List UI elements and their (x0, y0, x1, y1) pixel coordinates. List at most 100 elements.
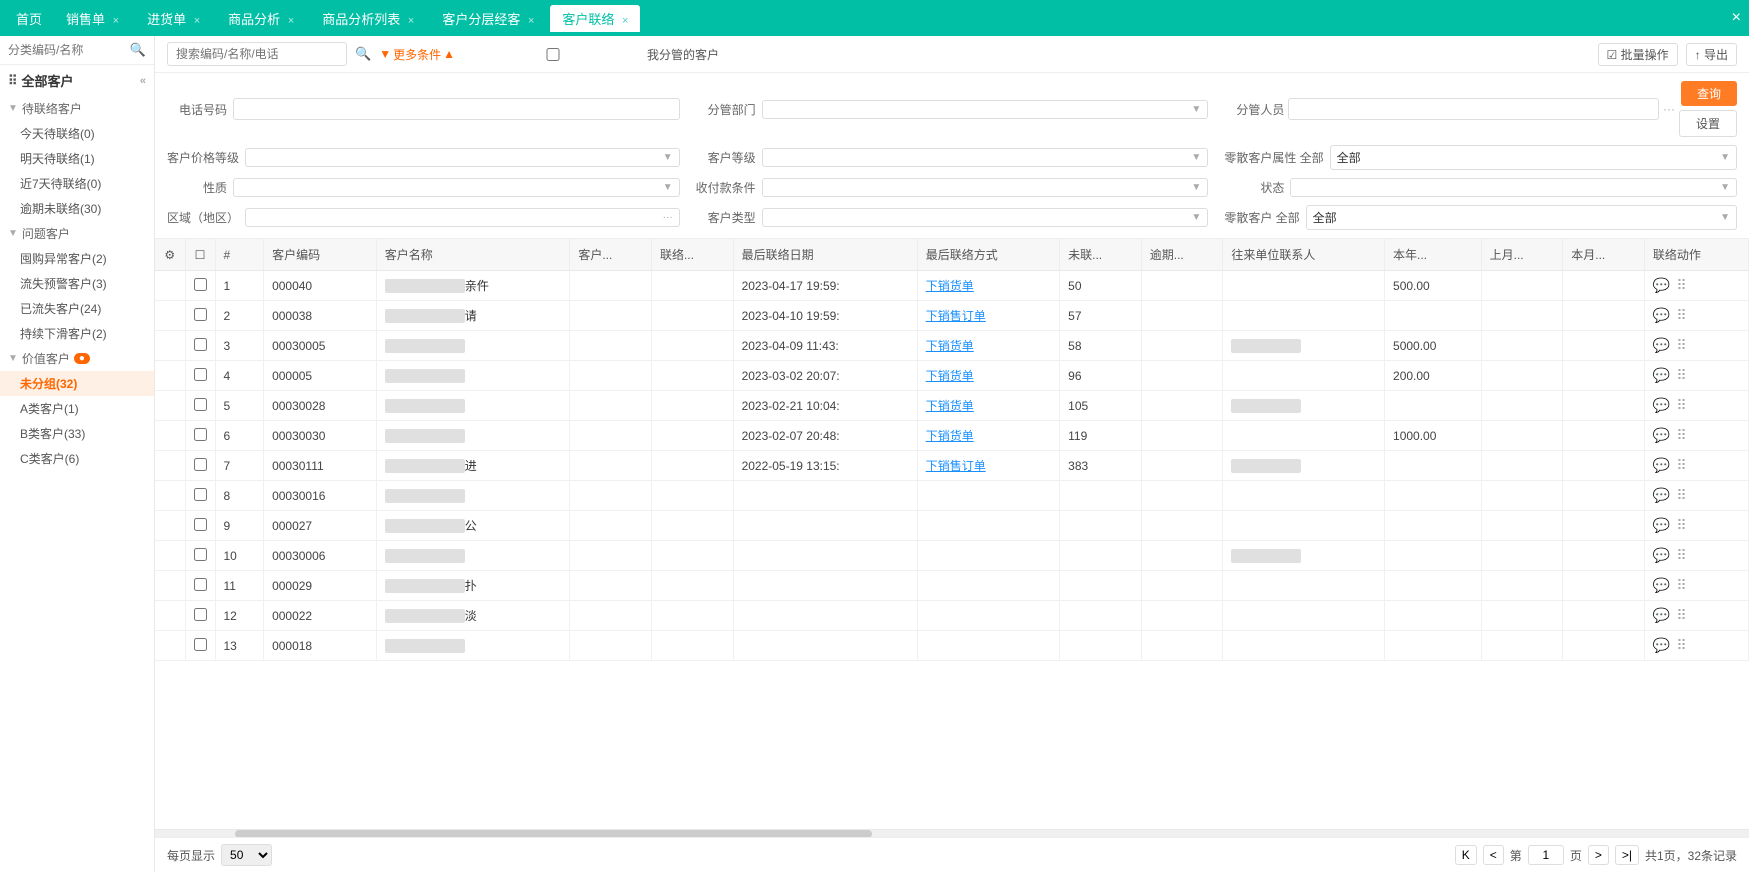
prev-page-btn[interactable]: < (1483, 845, 1504, 865)
filter-select-customer-level[interactable]: ▼ (762, 148, 1209, 167)
collapse-icon[interactable]: « (140, 75, 146, 87)
next-page-btn[interactable]: > (1588, 845, 1609, 865)
contact-action-icon[interactable]: 💬 (1653, 547, 1670, 564)
contact-action-icon[interactable]: 💬 (1653, 577, 1670, 594)
td-checkbox[interactable] (185, 481, 215, 511)
nav-tab-analysis-list[interactable]: 商品分析列表 × (310, 5, 426, 32)
filter-select-status[interactable]: ▼ (1290, 178, 1737, 197)
td-checkbox[interactable] (185, 511, 215, 541)
filter-input-manager[interactable] (1288, 98, 1659, 120)
td-checkbox[interactable] (185, 571, 215, 601)
filter-select-dept[interactable]: ▼ (762, 100, 1209, 119)
more-action-icon[interactable]: ⠿ (1676, 397, 1686, 414)
filter-select-region[interactable]: ··· (245, 208, 680, 227)
contact-action-icon[interactable]: 💬 (1653, 487, 1670, 504)
sidebar-all-customers[interactable]: ⠿ 全部客户 « (0, 65, 154, 96)
td-checkbox[interactable] (185, 421, 215, 451)
filter-select-scatter-attr[interactable]: 全部 ▼ (1330, 145, 1737, 170)
td-checkbox[interactable] (185, 451, 215, 481)
last-method-link[interactable]: 下销货单 (926, 429, 974, 443)
td-checkbox[interactable] (185, 331, 215, 361)
td-checkbox[interactable] (185, 271, 215, 301)
last-method-link[interactable]: 下销货单 (926, 399, 974, 413)
row-checkbox[interactable] (194, 518, 207, 531)
sidebar-item-declining[interactable]: 持续下滑客户(2) (0, 321, 154, 346)
td-checkbox[interactable] (185, 301, 215, 331)
sidebar-item-unassigned[interactable]: 未分组(32) (0, 371, 154, 396)
sidebar-group-value[interactable]: ▼ 价值客户 ● (0, 346, 154, 371)
td-checkbox[interactable] (185, 631, 215, 661)
sidebar-group-problem[interactable]: ▼ 问题客户 (0, 221, 154, 246)
filter-input-phone[interactable] (233, 98, 680, 120)
reset-button[interactable]: 设置 (1679, 110, 1737, 137)
export-button[interactable]: ↑ 导出 (1686, 43, 1737, 66)
th-contact2[interactable]: 往来单位联系人 (1223, 239, 1385, 271)
contact-action-icon[interactable]: 💬 (1653, 457, 1670, 474)
more-action-icon[interactable]: ⠿ (1676, 337, 1686, 354)
th-last-method[interactable]: 最后联络方式 (917, 239, 1059, 271)
more-action-icon[interactable]: ⠿ (1676, 487, 1686, 504)
th-this-month[interactable]: 本月... (1563, 239, 1645, 271)
close-tab-sales[interactable]: × (113, 15, 119, 27)
close-tab-analysis[interactable]: × (288, 15, 294, 27)
nav-tab-analysis[interactable]: 商品分析 × (216, 5, 306, 32)
filter-select-payment[interactable]: ▼ (762, 178, 1209, 197)
more-action-icon[interactable]: ⠿ (1676, 277, 1686, 294)
th-not-contact[interactable]: 未联... (1060, 239, 1142, 271)
contact-action-icon[interactable]: 💬 (1653, 367, 1670, 384)
last-method-link[interactable]: 下销售订单 (926, 459, 986, 473)
sidebar-item-today[interactable]: 今天待联络(0) (0, 121, 154, 146)
contact-action-icon[interactable]: 💬 (1653, 427, 1670, 444)
row-checkbox[interactable] (194, 608, 207, 621)
row-checkbox[interactable] (194, 638, 207, 651)
close-tab-customer-contact[interactable]: × (622, 15, 628, 27)
more-action-icon[interactable]: ⠿ (1676, 607, 1686, 624)
td-checkbox[interactable] (185, 391, 215, 421)
sidebar-item-tomorrow[interactable]: 明天待联络(1) (0, 146, 154, 171)
row-checkbox[interactable] (194, 278, 207, 291)
nav-tab-customer-contact[interactable]: 客户联络 × (550, 5, 640, 32)
th-type[interactable]: 客户... (570, 239, 652, 271)
contact-action-icon[interactable]: 💬 (1653, 397, 1670, 414)
row-checkbox[interactable] (194, 338, 207, 351)
sidebar-item-churn-warning[interactable]: 流失预警客户(3) (0, 271, 154, 296)
sidebar-item-abnormal[interactable]: 囤购异常客户(2) (0, 246, 154, 271)
row-checkbox[interactable] (194, 398, 207, 411)
contact-action-icon[interactable]: 💬 (1653, 517, 1670, 534)
row-checkbox[interactable] (194, 458, 207, 471)
sidebar-item-class-b[interactable]: B类客户(33) (0, 421, 154, 446)
nav-tab-purchase[interactable]: 进货单 × (135, 5, 212, 32)
horizontal-scrollbar[interactable] (155, 829, 1749, 837)
sidebar-item-churned[interactable]: 已流失客户(24) (0, 296, 154, 321)
sidebar-item-7days[interactable]: 近7天待联络(0) (0, 171, 154, 196)
td-checkbox[interactable] (185, 601, 215, 631)
th-last-month[interactable]: 上月... (1481, 239, 1563, 271)
th-code[interactable]: 客户编码 (264, 239, 377, 271)
manager-more-icon[interactable]: ··· (1663, 102, 1675, 116)
filter-search-icon[interactable]: 🔍 (355, 46, 371, 62)
page-number-input[interactable] (1528, 845, 1564, 865)
more-action-icon[interactable]: ⠿ (1676, 307, 1686, 324)
th-checkbox[interactable]: ☐ (185, 239, 215, 271)
more-action-icon[interactable]: ⠿ (1676, 457, 1686, 474)
sidebar-item-class-c[interactable]: C类客户(6) (0, 446, 154, 471)
nav-tab-customer-segment[interactable]: 客户分层经客 × (430, 5, 546, 32)
row-checkbox[interactable] (194, 308, 207, 321)
th-name[interactable]: 客户名称 (376, 239, 570, 271)
filter-select-customer-type[interactable]: ▼ (762, 208, 1209, 227)
close-tab-customer-segment[interactable]: × (528, 15, 534, 27)
my-customers-checkbox[interactable] (463, 48, 643, 61)
th-overdue[interactable]: 逾期... (1141, 239, 1223, 271)
last-method-link[interactable]: 下销货单 (926, 279, 974, 293)
sidebar-search-input[interactable] (8, 43, 126, 57)
last-page-btn[interactable]: >| (1615, 845, 1639, 865)
more-conditions-btn[interactable]: ▼ 更多条件 ▲ (379, 46, 455, 63)
last-method-link[interactable]: 下销售订单 (926, 309, 986, 323)
filter-select-nature[interactable]: ▼ (233, 178, 680, 197)
last-method-link[interactable]: 下销货单 (926, 339, 974, 353)
row-checkbox[interactable] (194, 548, 207, 561)
query-button[interactable]: 查询 (1681, 81, 1737, 106)
sidebar-search-icon[interactable]: 🔍 (130, 42, 146, 58)
contact-action-icon[interactable]: 💬 (1653, 607, 1670, 624)
search-input[interactable] (167, 42, 347, 66)
